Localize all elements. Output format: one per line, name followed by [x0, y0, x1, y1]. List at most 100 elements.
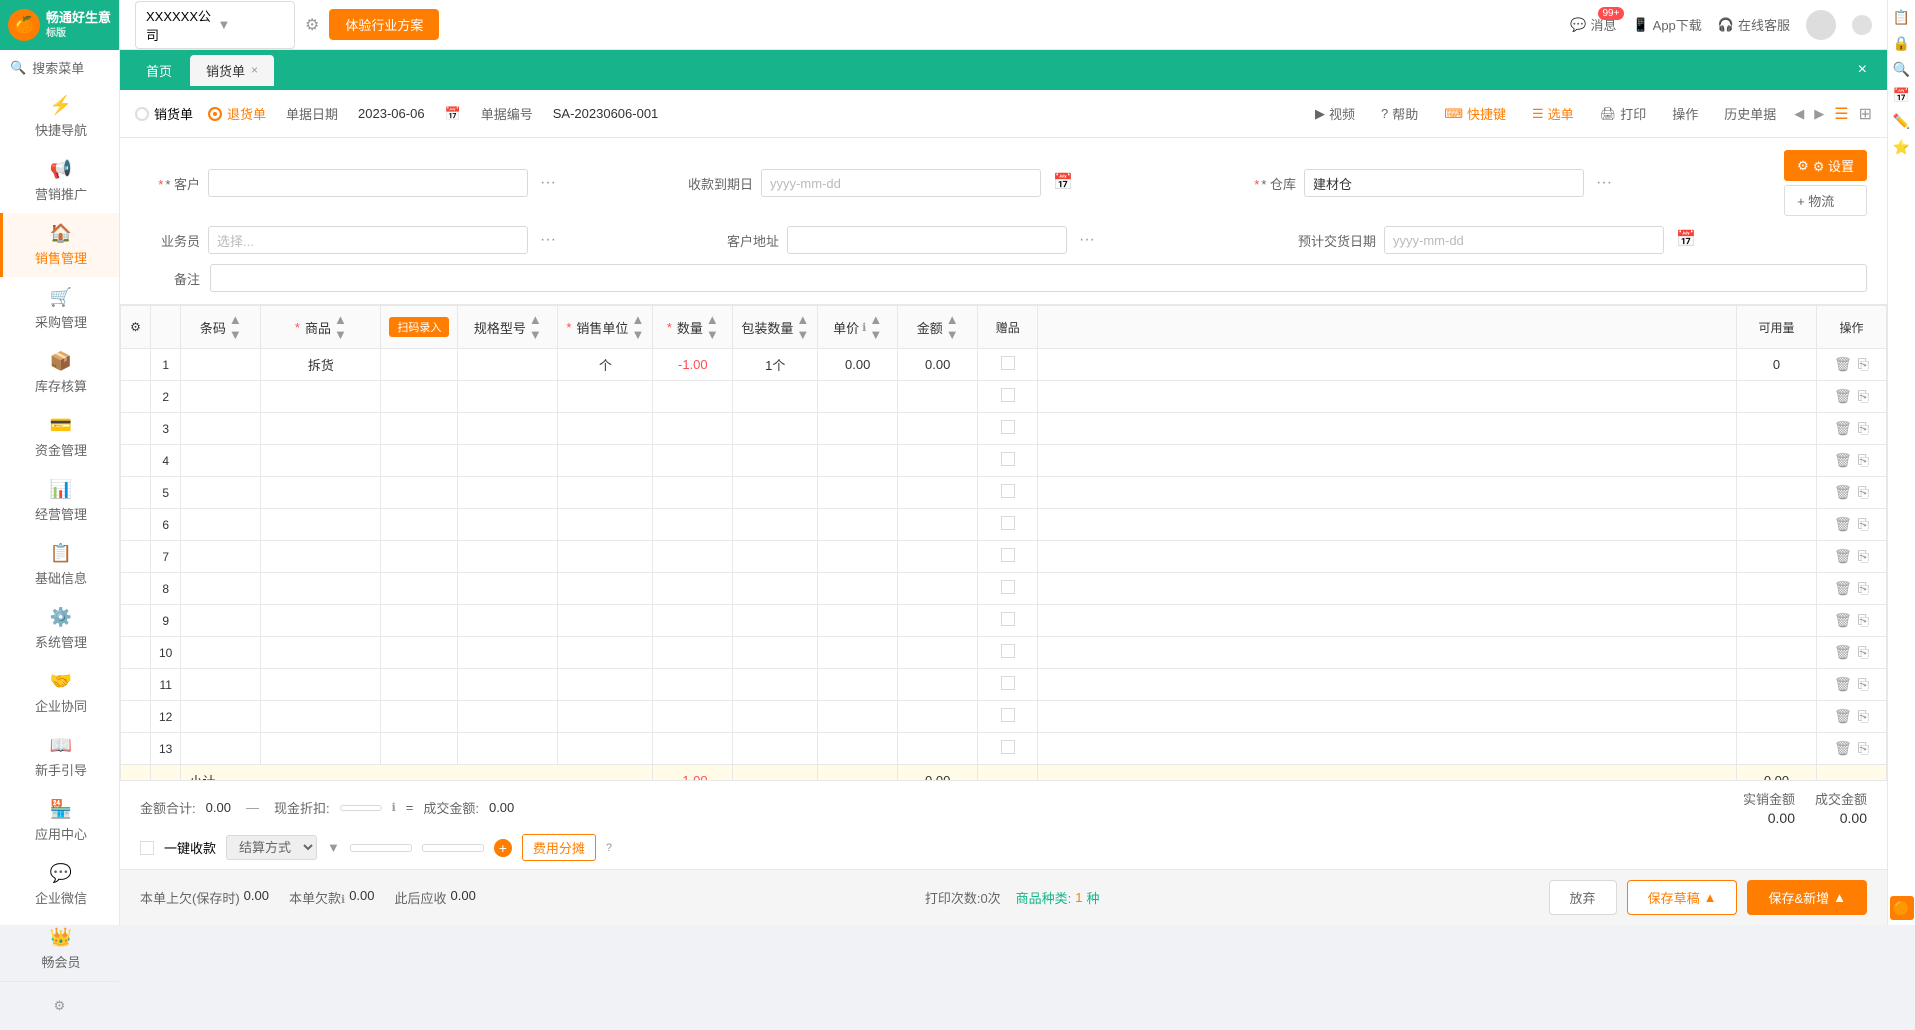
- message-btn[interactable]: 💬 消息 99+: [1570, 15, 1616, 34]
- shortcut-btn[interactable]: ⌨快捷键: [1436, 100, 1514, 127]
- expense-info-icon[interactable]: ?: [606, 842, 612, 854]
- copy-icon[interactable]: ⎘: [1858, 484, 1869, 501]
- customer-dots[interactable]: ···: [540, 175, 556, 191]
- customer-input[interactable]: [208, 169, 528, 197]
- copy-icon[interactable]: ⎘: [1858, 708, 1869, 725]
- customer-address-dots[interactable]: ···: [1079, 232, 1095, 248]
- unit-sort[interactable]: ▲▼: [631, 312, 644, 342]
- add-payment-btn[interactable]: +: [494, 839, 512, 857]
- th-product[interactable]: *商品 ▲▼: [261, 306, 381, 349]
- price-sort[interactable]: ▲▼: [869, 312, 882, 342]
- arrears-info-icon[interactable]: ℹ: [341, 894, 345, 906]
- operation-btn[interactable]: 操作: [1664, 100, 1706, 127]
- delete-icon[interactable]: 🗑: [1834, 708, 1852, 725]
- video-btn[interactable]: ▶视频: [1307, 100, 1363, 127]
- calendar-icon[interactable]: 📅: [445, 106, 461, 122]
- copy-icon[interactable]: ⎘: [1858, 580, 1869, 597]
- amount-input[interactable]: [422, 844, 484, 852]
- row-pkgqty-1[interactable]: 1个: [733, 349, 818, 381]
- row-amount-1[interactable]: 0.00: [898, 349, 978, 381]
- tab-sales-order[interactable]: 销货单 ×: [190, 55, 274, 86]
- copy-icon[interactable]: ⎘: [1858, 420, 1869, 437]
- sidebar-settings[interactable]: ⚙: [0, 990, 119, 1022]
- payment-checkbox[interactable]: [140, 841, 154, 855]
- right-tool-star[interactable]: ⭐: [1890, 135, 1914, 159]
- trial-button[interactable]: 体验行业方案: [329, 9, 439, 40]
- delete-icon[interactable]: 🗑: [1834, 452, 1852, 469]
- product-sort[interactable]: ▲▼: [334, 312, 347, 342]
- delete-icon[interactable]: 🗑: [1834, 740, 1852, 757]
- sidebar-item-quicknav[interactable]: ⚡ 快捷导航: [0, 85, 119, 149]
- sidebar-item-purchase[interactable]: 🛒 采购管理: [0, 277, 119, 341]
- logistics-btn[interactable]: + 物流: [1784, 185, 1867, 216]
- radio-return-order[interactable]: 退货单: [208, 104, 266, 123]
- row-remark-1[interactable]: [1038, 349, 1737, 381]
- sidebar-item-appstore[interactable]: 🏪 应用中心: [0, 789, 119, 853]
- salesperson-dots[interactable]: ···: [540, 232, 556, 248]
- discard-btn[interactable]: 放弃: [1549, 880, 1617, 915]
- delivery-date-input[interactable]: yyyy-mm-dd: [1384, 226, 1664, 254]
- sidebar-item-marketing[interactable]: 📢 营销推广: [0, 149, 119, 213]
- row-qty-1[interactable]: -1.00: [653, 349, 733, 381]
- customer-address-input[interactable]: [787, 226, 1067, 254]
- delete-icon[interactable]: 🗑: [1834, 548, 1852, 565]
- scan-button[interactable]: 扫码录入: [389, 317, 449, 337]
- gear-icon[interactable]: ⚙: [305, 15, 319, 35]
- delete-icon[interactable]: 🗑: [1834, 420, 1852, 437]
- delete-icon[interactable]: 🗑: [1834, 388, 1852, 405]
- row-unit-1[interactable]: 个: [558, 349, 653, 381]
- sidebar-item-collab[interactable]: 🤝 企业协同: [0, 661, 119, 725]
- row-spec-1[interactable]: [458, 349, 558, 381]
- delete-icon[interactable]: 🗑: [1834, 580, 1852, 597]
- grid-view-icon[interactable]: ⊞: [1859, 104, 1872, 124]
- radio-sales-order[interactable]: 销货单: [135, 104, 193, 123]
- delete-icon[interactable]: 🗑: [1834, 676, 1852, 693]
- sidebar-item-management[interactable]: 📊 经营管理: [0, 469, 119, 533]
- right-tool-search[interactable]: 🔍: [1890, 57, 1914, 81]
- sidebar-item-basic[interactable]: 📋 基础信息: [0, 533, 119, 597]
- spec-sort[interactable]: ▲▼: [529, 312, 542, 342]
- copy-icon-1[interactable]: ⎘: [1858, 356, 1869, 373]
- copy-icon[interactable]: ⎘: [1858, 644, 1869, 661]
- payment-due-input[interactable]: yyyy-mm-dd: [761, 169, 1041, 197]
- tab-home[interactable]: 首页: [130, 55, 188, 86]
- row-barcode-1[interactable]: [181, 349, 261, 381]
- row-product-1[interactable]: 拆货: [261, 349, 381, 381]
- delete-icon[interactable]: 🗑: [1834, 612, 1852, 629]
- th-qty[interactable]: *数量 ▲▼: [653, 306, 733, 349]
- user-menu[interactable]: [1852, 15, 1872, 35]
- right-tool-note[interactable]: 📋: [1890, 5, 1914, 29]
- row-settings-1[interactable]: [121, 349, 151, 381]
- company-selector[interactable]: XXXXXX公司 ▼: [135, 1, 295, 49]
- copy-icon[interactable]: ⎘: [1858, 740, 1869, 757]
- right-tool-edit[interactable]: ✏️: [1890, 109, 1914, 133]
- sidebar-item-wechat[interactable]: 💬 企业微信: [0, 853, 119, 917]
- payment-method-select[interactable]: 结算方式: [226, 835, 317, 860]
- warehouse-dots[interactable]: ···: [1596, 175, 1612, 191]
- th-settings[interactable]: ⚙: [121, 306, 151, 349]
- copy-icon[interactable]: ⎘: [1858, 388, 1869, 405]
- price-info-icon[interactable]: ℹ: [862, 321, 866, 334]
- salesperson-input[interactable]: 选择...: [208, 226, 528, 254]
- avatar[interactable]: [1806, 10, 1836, 40]
- delete-icon[interactable]: 🗑: [1834, 484, 1852, 501]
- nav-next-icon[interactable]: ▶: [1814, 106, 1824, 122]
- warehouse-input[interactable]: 建材仓: [1304, 169, 1584, 197]
- sidebar-item-vip[interactable]: 👑 畅会员: [0, 917, 119, 981]
- tab-close-icon[interactable]: ×: [251, 63, 258, 77]
- online-service-btn[interactable]: 🎧 在线客服: [1718, 15, 1790, 34]
- delete-icon[interactable]: 🗑: [1834, 516, 1852, 533]
- chevron-up-icon-primary[interactable]: ▲: [1833, 890, 1846, 905]
- right-tool-calendar[interactable]: 📅: [1890, 83, 1914, 107]
- sidebar-item-inventory[interactable]: 📦 库存核算: [0, 341, 119, 405]
- sidebar-item-guide[interactable]: 📖 新手引导: [0, 725, 119, 789]
- copy-icon[interactable]: ⎘: [1858, 516, 1869, 533]
- sidebar-item-system[interactable]: ⚙️ 系统管理: [0, 597, 119, 661]
- row-gift-1[interactable]: [978, 349, 1038, 381]
- expense-btn[interactable]: 费用分摊: [522, 834, 596, 861]
- barcode-sort[interactable]: ▲▼: [229, 312, 242, 342]
- th-barcode[interactable]: 条码 ▲▼: [181, 306, 261, 349]
- copy-icon[interactable]: ⎘: [1858, 452, 1869, 469]
- delivery-date-calendar-icon[interactable]: 📅: [1676, 232, 1696, 248]
- th-amount[interactable]: 金额 ▲▼: [898, 306, 978, 349]
